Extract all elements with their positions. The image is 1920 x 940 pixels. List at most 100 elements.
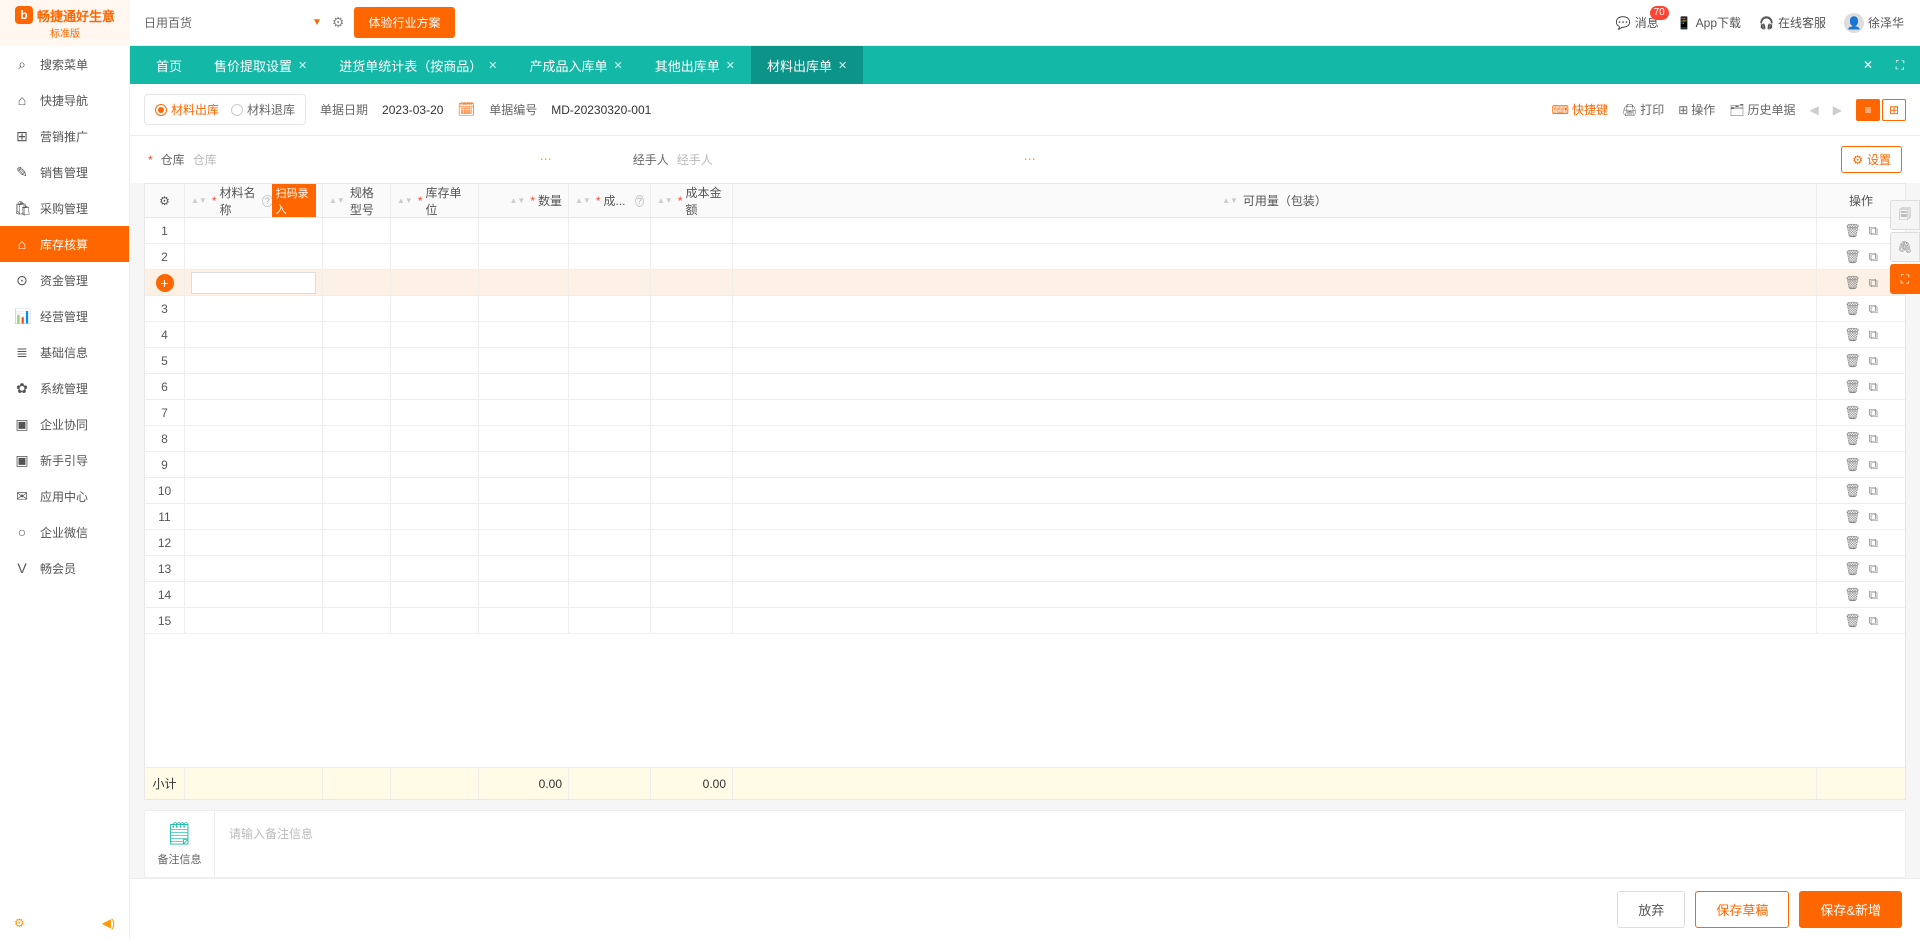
view-list-button[interactable]: ≡ xyxy=(1856,99,1880,121)
sidebar-item-13[interactable]: ○企业微信 xyxy=(0,514,129,550)
store-selector[interactable]: 日用百货 ▼ xyxy=(144,14,322,31)
sidebar-item-11[interactable]: ▣新手引导 xyxy=(0,442,129,478)
sidebar-item-2[interactable]: ⊞营销推广 xyxy=(0,118,129,154)
sidebar-item-9[interactable]: ✿系统管理 xyxy=(0,370,129,406)
copy-icon[interactable]: ⧉ xyxy=(1869,587,1878,603)
close-icon[interactable]: ✕ xyxy=(614,59,623,72)
col-gear[interactable]: ⚙ xyxy=(145,184,185,217)
calendar-icon[interactable]: 🗓 xyxy=(457,101,475,118)
delete-icon[interactable]: 🗑 xyxy=(1844,405,1861,421)
sidebar-item-0[interactable]: ⌕搜索菜单 xyxy=(0,46,129,82)
copy-icon[interactable]: ⧉ xyxy=(1869,379,1878,395)
col-material-name[interactable]: ▲▼ *材料名称 ? 扫码录入 xyxy=(185,184,323,217)
table-row[interactable]: 6🗑⧉ xyxy=(145,374,1905,400)
copy-icon[interactable]: ⧉ xyxy=(1869,327,1878,343)
collapse-icon[interactable]: ◀) xyxy=(102,916,115,930)
gear-icon[interactable]: ⚙ xyxy=(332,14,345,31)
copy-icon[interactable]: ⧉ xyxy=(1869,223,1878,239)
history-button[interactable]: 🗂历史单据 xyxy=(1729,101,1795,118)
delete-icon[interactable]: 🗑 xyxy=(1844,327,1861,343)
copy-icon[interactable]: ⧉ xyxy=(1869,353,1878,369)
copy-icon[interactable]: ⧉ xyxy=(1869,509,1878,525)
delete-icon[interactable]: 🗑 xyxy=(1844,483,1861,499)
copy-icon[interactable]: ⧉ xyxy=(1869,405,1878,421)
settings-gear-icon[interactable]: ⚙ xyxy=(14,916,25,930)
handler-input[interactable]: 经手人 ⋯ xyxy=(677,151,1037,169)
more-icon[interactable]: ⋯ xyxy=(540,152,553,166)
delete-icon[interactable]: 🗑 xyxy=(1844,509,1861,525)
copy-icon[interactable]: ⧉ xyxy=(1869,249,1878,265)
float-tool-3[interactable]: ⛶ xyxy=(1890,264,1920,294)
tab-expand-button[interactable]: ⛶ xyxy=(1886,51,1914,79)
tab-5[interactable]: 材料出库单✕ xyxy=(751,46,863,84)
delete-icon[interactable]: 🗑 xyxy=(1844,535,1861,551)
table-row[interactable]: 15🗑⧉ xyxy=(145,608,1905,634)
sidebar-item-7[interactable]: 📊经营管理 xyxy=(0,298,129,334)
tab-1[interactable]: 售价提取设置✕ xyxy=(198,46,323,84)
close-icon[interactable]: ✕ xyxy=(488,59,497,72)
radio-material-return[interactable]: 材料退库 xyxy=(231,101,295,118)
table-row[interactable]: 7🗑⧉ xyxy=(145,400,1905,426)
close-icon[interactable]: ✕ xyxy=(838,59,847,72)
messages-button[interactable]: 💬 消息 70 xyxy=(1616,14,1659,31)
delete-icon[interactable]: 🗑 xyxy=(1844,301,1861,317)
settings-button[interactable]: ⚙ 设置 xyxy=(1841,146,1902,173)
discard-button[interactable]: 放弃 xyxy=(1617,891,1685,928)
float-tool-1[interactable]: 🗐 xyxy=(1890,200,1920,230)
radio-material-out[interactable]: 材料出库 xyxy=(155,101,219,118)
copy-icon[interactable]: ⧉ xyxy=(1869,613,1878,629)
table-row[interactable]: 3🗑⧉ xyxy=(145,296,1905,322)
copy-icon[interactable]: ⧉ xyxy=(1869,431,1878,447)
table-row[interactable]: 9🗑⧉ xyxy=(145,452,1905,478)
delete-icon[interactable]: 🗑 xyxy=(1844,431,1861,447)
scan-tag[interactable]: 扫码录入 xyxy=(272,184,316,217)
col-spec[interactable]: ▲▼规格型号 xyxy=(323,184,391,217)
date-value[interactable]: 2023-03-20 xyxy=(382,103,443,117)
view-card-button[interactable]: ⊞ xyxy=(1882,99,1906,121)
tab-close-all-button[interactable]: ✕ xyxy=(1854,51,1882,79)
delete-icon[interactable]: 🗑 xyxy=(1844,353,1861,369)
table-row[interactable]: 4🗑⧉ xyxy=(145,322,1905,348)
print-button[interactable]: 🖨打印 xyxy=(1622,101,1664,118)
table-row[interactable]: 2🗑⧉ xyxy=(145,244,1905,270)
add-row-button[interactable]: + xyxy=(156,274,174,292)
sidebar-item-4[interactable]: 🛍采购管理 xyxy=(0,190,129,226)
float-tool-2[interactable]: 🖇 xyxy=(1890,232,1920,262)
table-row[interactable]: 14🗑⧉ xyxy=(145,582,1905,608)
next-icon[interactable]: ▶ xyxy=(1833,103,1842,117)
delete-icon[interactable]: 🗑 xyxy=(1844,223,1861,239)
tab-2[interactable]: 进货单统计表（按商品）✕ xyxy=(323,46,513,84)
delete-icon[interactable]: 🗑 xyxy=(1844,275,1861,291)
shortcuts-button[interactable]: ⌨快捷键 xyxy=(1552,101,1608,118)
online-service-button[interactable]: 🎧 在线客服 xyxy=(1759,14,1826,31)
copy-icon[interactable]: ⧉ xyxy=(1869,457,1878,473)
col-cost-amt[interactable]: ▲▼*成本金额 xyxy=(651,184,733,217)
warehouse-input[interactable]: 仓库 ⋯ xyxy=(193,151,553,169)
try-solution-button[interactable]: 体验行业方案 xyxy=(354,7,454,38)
delete-icon[interactable]: 🗑 xyxy=(1844,561,1861,577)
sidebar-item-6[interactable]: ⊙资金管理 xyxy=(0,262,129,298)
remarks-input[interactable]: 请输入备注信息 xyxy=(215,811,1905,877)
table-row[interactable]: 13🗑⧉ xyxy=(145,556,1905,582)
delete-icon[interactable]: 🗑 xyxy=(1844,587,1861,603)
copy-icon[interactable]: ⧉ xyxy=(1869,301,1878,317)
table-row[interactable]: 1🗑⧉ xyxy=(145,218,1905,244)
material-name-input[interactable] xyxy=(191,272,316,294)
col-unit[interactable]: ▲▼*库存单位 xyxy=(391,184,479,217)
delete-icon[interactable]: 🗑 xyxy=(1844,249,1861,265)
col-available[interactable]: ▲▼可用量（包装） xyxy=(733,184,1817,217)
user-menu[interactable]: 👤 徐泽华 xyxy=(1844,13,1904,33)
table-row[interactable]: 5🗑⧉ xyxy=(145,348,1905,374)
help-icon[interactable]: ? xyxy=(635,195,644,207)
app-download-button[interactable]: 📱 App下载 xyxy=(1677,14,1741,31)
sidebar-item-10[interactable]: ▣企业协同 xyxy=(0,406,129,442)
copy-icon[interactable]: ⧉ xyxy=(1869,561,1878,577)
sidebar-item-1[interactable]: ⌂快捷导航 xyxy=(0,82,129,118)
tab-3[interactable]: 产成品入库单✕ xyxy=(513,46,638,84)
sidebar-item-14[interactable]: V畅会员 xyxy=(0,550,129,586)
table-row[interactable]: 8🗑⧉ xyxy=(145,426,1905,452)
sidebar-item-5[interactable]: ⌂库存核算 xyxy=(0,226,129,262)
delete-icon[interactable]: 🗑 xyxy=(1844,613,1861,629)
col-cost[interactable]: ▲▼*成... ? xyxy=(569,184,651,217)
col-qty[interactable]: ▲▼*数量 xyxy=(479,184,569,217)
